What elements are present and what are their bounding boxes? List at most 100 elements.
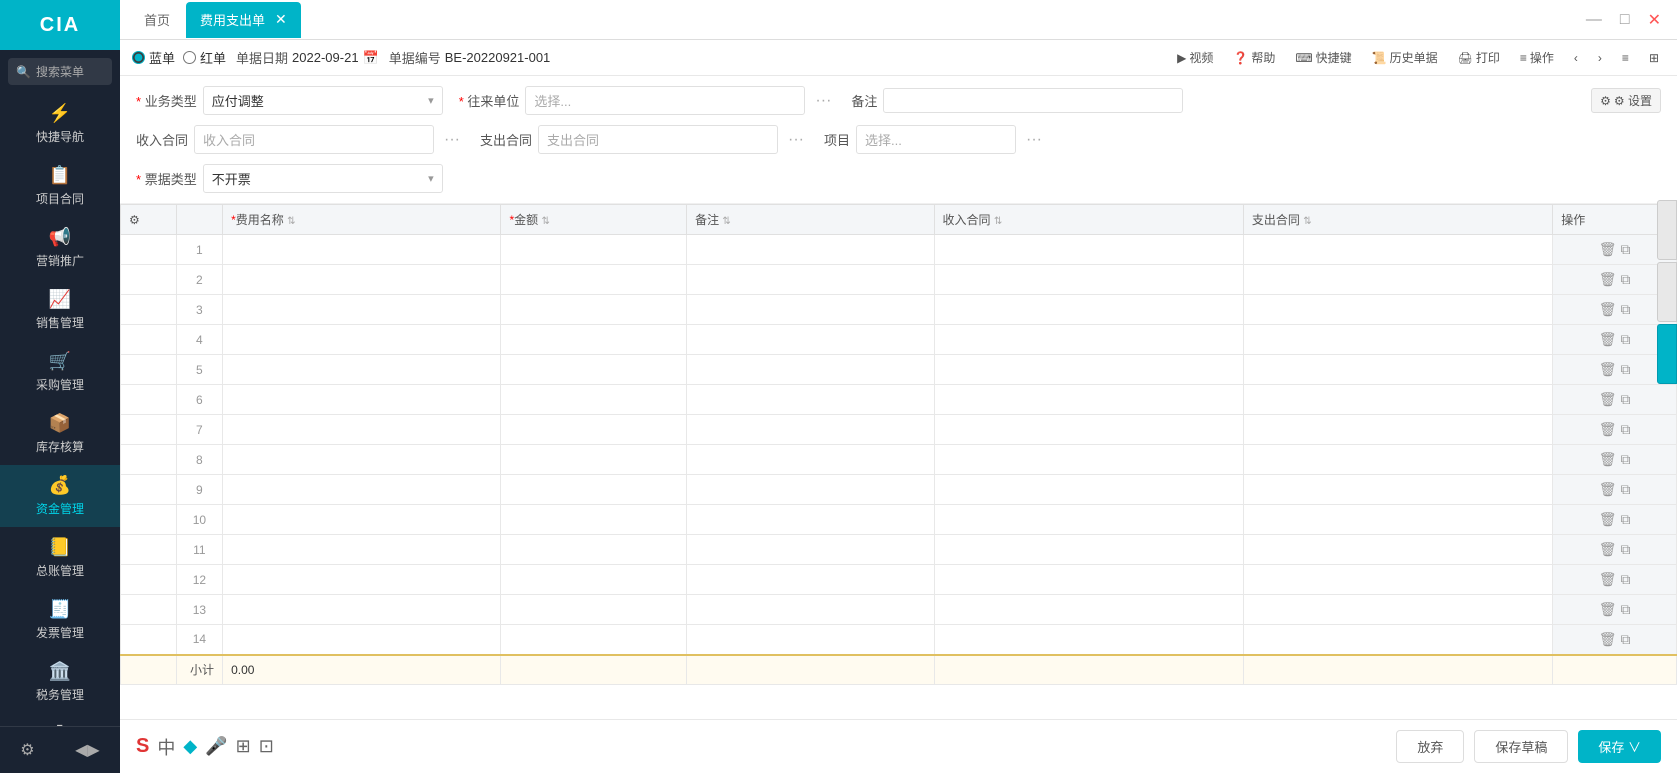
row-expense-contract-cell[interactable] (1243, 415, 1552, 445)
radio-red-label[interactable]: 红单 (183, 48, 226, 67)
sidebar-item-shortcuts[interactable]: ⚡ 快捷导航 (0, 93, 120, 155)
row-name-cell[interactable] (223, 595, 501, 625)
row-income-contract-cell[interactable] (934, 445, 1243, 475)
row-amount-cell[interactable] (501, 505, 687, 535)
sidebar-item-project-contract[interactable]: 📋 项目合同 (0, 155, 120, 217)
discard-button[interactable]: 放弃 (1396, 730, 1464, 763)
right-edge-tab-2[interactable] (1657, 262, 1677, 322)
row-copy-button[interactable]: ⧉ (1621, 331, 1631, 348)
row-expense-contract-cell[interactable] (1243, 595, 1552, 625)
row-amount-cell[interactable] (501, 475, 687, 505)
settings-button[interactable]: ⚙ ⚙ 设置 (1591, 88, 1661, 113)
row-amount-cell[interactable] (501, 295, 687, 325)
row-note-cell[interactable] (687, 535, 934, 565)
col-sort-icon[interactable]: ⇅ (287, 216, 295, 227)
row-note-cell[interactable] (687, 415, 934, 445)
tab-expense[interactable]: 费用支出单✕ (186, 2, 301, 38)
row-expense-contract-cell[interactable] (1243, 445, 1552, 475)
row-copy-button[interactable]: ⧉ (1621, 451, 1631, 468)
sidebar-item-inventory[interactable]: 📦 库存核算 (0, 403, 120, 465)
close-button[interactable]: ✕ (1642, 8, 1667, 32)
invoice-type-select[interactable]: 不开票 ▾ (203, 164, 443, 193)
row-note-cell[interactable] (687, 265, 934, 295)
row-amount-cell[interactable] (501, 325, 687, 355)
row-expense-contract-cell[interactable] (1243, 475, 1552, 505)
row-copy-button[interactable]: ⧉ (1621, 241, 1631, 258)
sidebar-item-purchase[interactable]: 🛒 采购管理 (0, 341, 120, 403)
row-income-contract-cell[interactable] (934, 235, 1243, 265)
row-delete-button[interactable]: 🗑 (1599, 271, 1617, 288)
row-note-cell[interactable] (687, 595, 934, 625)
calendar-icon[interactable]: 📅 (363, 50, 379, 66)
row-expense-contract-cell[interactable] (1243, 265, 1552, 295)
help-toolbar-button[interactable]: ❓帮助 (1227, 46, 1281, 69)
date-value[interactable]: 2022-09-21 (292, 50, 359, 65)
row-name-cell[interactable] (223, 445, 501, 475)
row-income-contract-cell[interactable] (934, 505, 1243, 535)
row-income-contract-cell[interactable] (934, 595, 1243, 625)
row-name-cell[interactable] (223, 535, 501, 565)
row-name-cell[interactable] (223, 295, 501, 325)
row-delete-button[interactable]: 🗑 (1599, 241, 1617, 258)
row-delete-button[interactable]: 🗑 (1599, 481, 1617, 498)
row-note-cell[interactable] (687, 565, 934, 595)
chinese-input-icon[interactable]: 中 (157, 734, 175, 760)
row-amount-cell[interactable] (501, 415, 687, 445)
row-amount-cell[interactable] (501, 535, 687, 565)
row-delete-button[interactable]: 🗑 (1599, 631, 1617, 648)
shortcut-toolbar-button[interactable]: ⌨快捷键 (1289, 46, 1357, 69)
row-copy-button[interactable]: ⧉ (1621, 481, 1631, 498)
row-note-cell[interactable] (687, 475, 934, 505)
row-delete-button[interactable]: 🗑 (1599, 361, 1617, 378)
row-income-contract-cell[interactable] (934, 535, 1243, 565)
row-income-contract-cell[interactable] (934, 355, 1243, 385)
row-note-cell[interactable] (687, 235, 934, 265)
row-note-cell[interactable] (687, 445, 934, 475)
row-delete-button[interactable]: 🗑 (1599, 301, 1617, 318)
col-note-sort-icon[interactable]: ⇅ (722, 216, 730, 227)
radio-red-input[interactable] (183, 51, 196, 64)
row-income-contract-cell[interactable] (934, 265, 1243, 295)
video-toolbar-button[interactable]: ▶视频 (1171, 46, 1219, 69)
row-delete-button[interactable]: 🗑 (1599, 571, 1617, 588)
row-note-cell[interactable] (687, 625, 934, 655)
row-amount-cell[interactable] (501, 355, 687, 385)
sidebar-item-marketing[interactable]: 📢 营销推广 (0, 217, 120, 279)
row-expense-contract-cell[interactable] (1243, 535, 1552, 565)
col-income-sort-icon[interactable]: ⇅ (994, 216, 1002, 227)
note-input[interactable] (883, 88, 1183, 113)
right-edge-tab-1[interactable] (1657, 200, 1677, 260)
minimize-button[interactable]: — (1580, 9, 1608, 31)
row-income-contract-cell[interactable] (934, 475, 1243, 505)
row-copy-button[interactable]: ⧉ (1621, 421, 1631, 438)
row-note-cell[interactable] (687, 505, 934, 535)
row-income-contract-cell[interactable] (934, 565, 1243, 595)
search-menu-button[interactable]: 🔍 搜索菜单 (8, 58, 112, 85)
project-more-btn[interactable]: ··· (1022, 131, 1046, 149)
row-name-cell[interactable] (223, 325, 501, 355)
row-amount-cell[interactable] (501, 265, 687, 295)
row-delete-button[interactable]: 🗑 (1599, 451, 1617, 468)
row-delete-button[interactable]: 🗑 (1599, 601, 1617, 618)
row-name-cell[interactable] (223, 565, 501, 595)
actions-toolbar-button[interactable]: ≡操作 (1514, 46, 1560, 69)
col-expense-sort-icon[interactable]: ⇅ (1303, 216, 1311, 227)
row-name-cell[interactable] (223, 355, 501, 385)
row-expense-contract-cell[interactable] (1243, 385, 1552, 415)
nav-next-button[interactable]: › (1592, 48, 1608, 68)
col-config-header[interactable]: ⚙ (121, 205, 177, 235)
row-delete-button[interactable]: 🗑 (1599, 511, 1617, 528)
expense-contract-more-btn[interactable]: ··· (784, 131, 808, 149)
list-view-button[interactable]: ≡ (1616, 48, 1635, 68)
counterpart-input[interactable]: 选择... (525, 86, 805, 115)
row-copy-button[interactable]: ⧉ (1621, 361, 1631, 378)
row-income-contract-cell[interactable] (934, 415, 1243, 445)
row-name-cell[interactable] (223, 625, 501, 655)
row-copy-button[interactable]: ⧉ (1621, 601, 1631, 618)
income-contract-more-btn[interactable]: ··· (440, 131, 464, 149)
volume-icon-button[interactable]: ◀▶ (70, 735, 105, 765)
row-name-cell[interactable] (223, 415, 501, 445)
row-expense-contract-cell[interactable] (1243, 625, 1552, 655)
row-delete-button[interactable]: 🗑 (1599, 391, 1617, 408)
radio-blue-label[interactable]: 蓝单 (132, 48, 175, 67)
